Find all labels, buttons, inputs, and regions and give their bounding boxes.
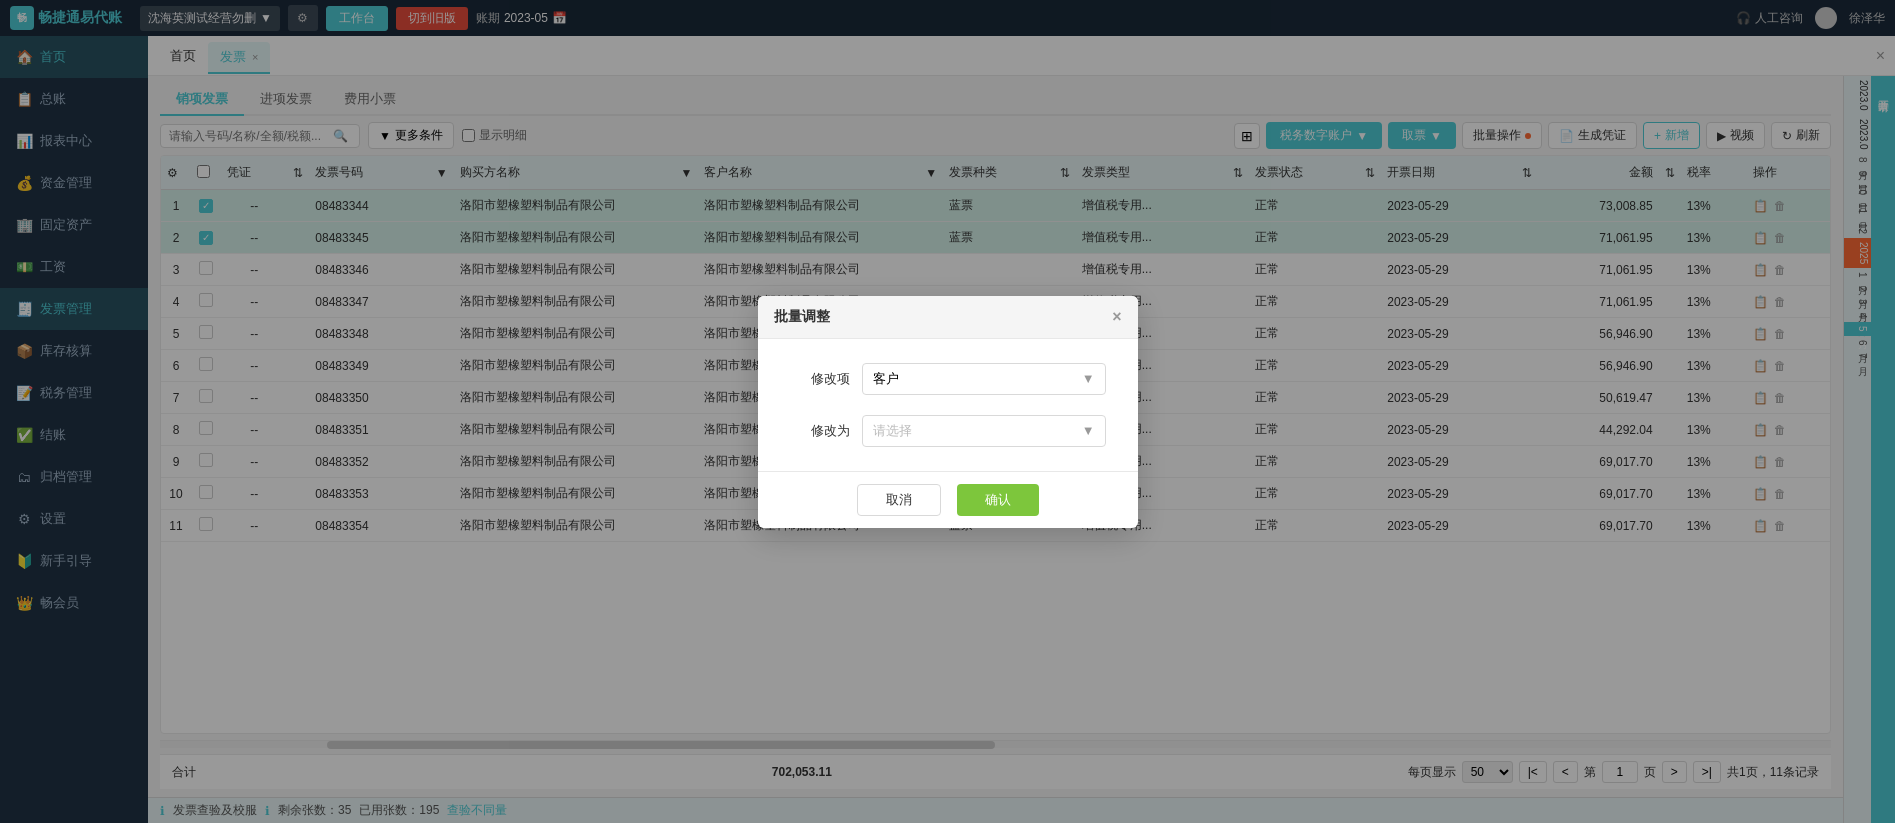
field-row: 修改项 客户 ▼ <box>790 363 1106 395</box>
value-label: 修改为 <box>790 422 850 440</box>
batch-adjust-modal: 批量调整 × 修改项 客户 ▼ 修改为 请选择 ▼ 取消 确认 <box>758 296 1138 528</box>
chevron-down-icon2: ▼ <box>1082 423 1095 438</box>
modal-title: 批量调整 <box>774 308 830 326</box>
modal-overlay[interactable]: 批量调整 × 修改项 客户 ▼ 修改为 请选择 ▼ 取消 确认 <box>0 0 1895 823</box>
cancel-btn[interactable]: 取消 <box>857 484 941 516</box>
field-value: 客户 <box>873 370 899 388</box>
modal-close-btn[interactable]: × <box>1112 308 1121 326</box>
field-label: 修改项 <box>790 370 850 388</box>
field-select[interactable]: 客户 ▼ <box>862 363 1106 395</box>
modal-body: 修改项 客户 ▼ 修改为 请选择 ▼ <box>758 339 1138 471</box>
chevron-down-icon: ▼ <box>1082 371 1095 386</box>
modal-header: 批量调整 × <box>758 296 1138 339</box>
modal-footer: 取消 确认 <box>758 471 1138 528</box>
value-select[interactable]: 请选择 ▼ <box>862 415 1106 447</box>
confirm-btn[interactable]: 确认 <box>957 484 1039 516</box>
value-row: 修改为 请选择 ▼ <box>790 415 1106 447</box>
value-placeholder: 请选择 <box>873 422 912 440</box>
